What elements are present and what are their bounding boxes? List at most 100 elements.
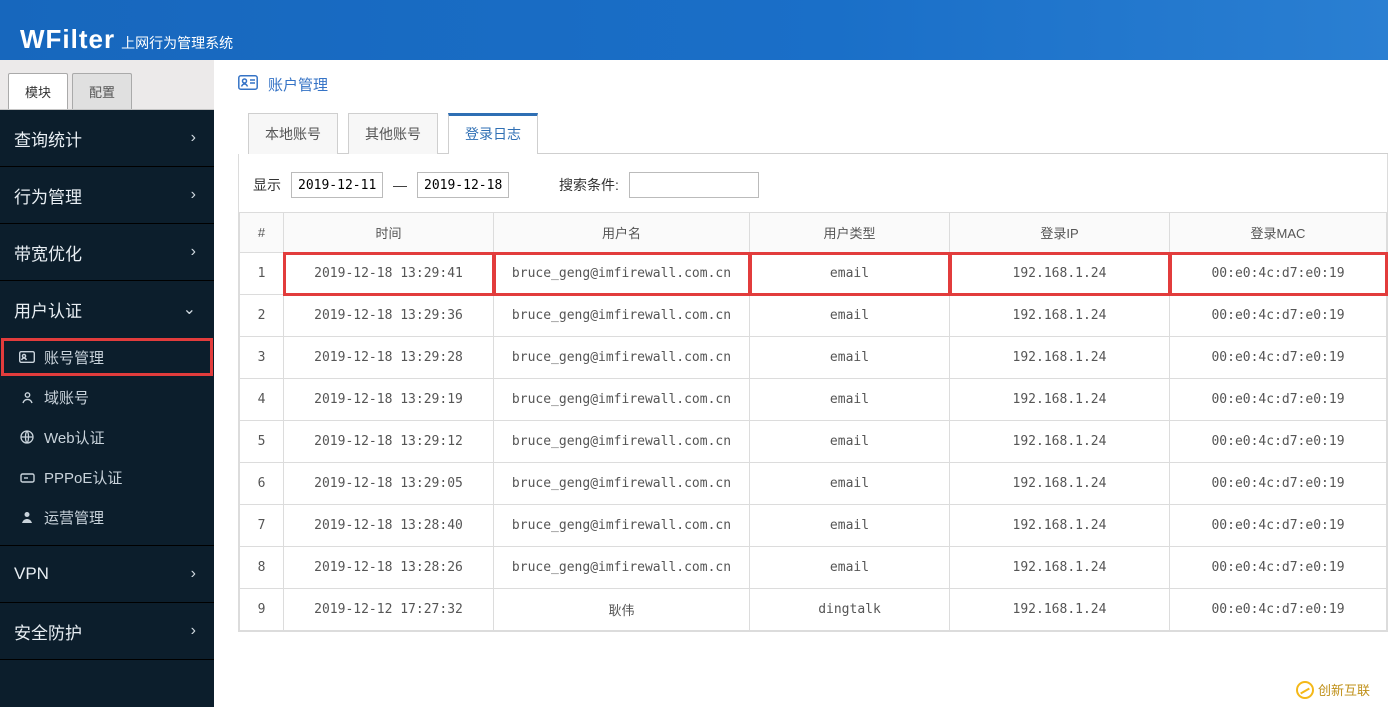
td-usertype: email	[750, 295, 950, 337]
sub-web-auth[interactable]: Web认证	[0, 417, 214, 457]
td-login-ip: 192.168.1.24	[950, 379, 1170, 421]
tab-local-account[interactable]: 本地账号	[248, 113, 338, 154]
td-usertype: dingtalk	[750, 589, 950, 631]
content-panel: 显示 — 搜索条件: # 时间 用户名 用户类型 登录IP 登录MAC 1201…	[238, 154, 1388, 632]
watermark: 创新互联	[1296, 680, 1370, 699]
sub-pppoe-auth[interactable]: PPPoE认证	[0, 457, 214, 497]
nav-user-auth[interactable]: 用户认证 ⌄	[0, 281, 214, 337]
user-cog-icon	[18, 510, 36, 524]
td-username: 耿伟	[494, 589, 750, 631]
td-time: 2019-12-18 13:29:05	[284, 463, 494, 505]
table-row: 52019-12-18 13:29:12bruce_geng@imfirewal…	[240, 421, 1387, 463]
filter-bar: 显示 — 搜索条件:	[239, 154, 1387, 212]
td-time: 2019-12-18 13:29:19	[284, 379, 494, 421]
tab-login-log[interactable]: 登录日志	[448, 113, 538, 154]
sub-label: PPPoE认证	[44, 467, 122, 488]
table-row: 32019-12-18 13:29:28bruce_geng@imfirewal…	[240, 337, 1387, 379]
td-username: bruce_geng@imfirewall.com.cn	[494, 421, 750, 463]
content-tabs: 本地账号 其他账号 登录日志	[248, 113, 1388, 154]
sidebar-tab-modules[interactable]: 模块	[8, 73, 68, 109]
watermark-text: 创新互联	[1318, 680, 1370, 699]
nav-label: 带宽优化	[14, 240, 82, 265]
chevron-right-icon: ›	[191, 565, 196, 583]
nav-security[interactable]: 安全防护 ›	[0, 603, 214, 659]
td-time: 2019-12-18 13:29:36	[284, 295, 494, 337]
sub-domain-account[interactable]: 域账号	[0, 377, 214, 417]
sidebar-tab-config[interactable]: 配置	[72, 73, 132, 109]
td-login-ip: 192.168.1.24	[950, 337, 1170, 379]
nav-label: 行为管理	[14, 183, 82, 208]
td-index: 7	[240, 505, 284, 547]
nav-label: VPN	[14, 564, 49, 584]
display-label: 显示	[253, 175, 281, 195]
table-row: 72019-12-18 13:28:40bruce_geng@imfirewal…	[240, 505, 1387, 547]
td-index: 9	[240, 589, 284, 631]
td-login-mac: 00:e0:4c:d7:e0:19	[1170, 421, 1387, 463]
date-to-input[interactable]	[417, 172, 509, 198]
table-row: 82019-12-18 13:28:26bruce_geng@imfirewal…	[240, 547, 1387, 589]
nav-vpn[interactable]: VPN ›	[0, 546, 214, 602]
td-usertype: email	[750, 547, 950, 589]
td-index: 1	[240, 253, 284, 295]
date-from-input[interactable]	[291, 172, 383, 198]
td-usertype: email	[750, 505, 950, 547]
chevron-right-icon: ›	[191, 129, 196, 147]
date-range-separator: —	[393, 177, 407, 193]
td-login-ip: 192.168.1.24	[950, 253, 1170, 295]
td-time: 2019-12-18 13:28:26	[284, 547, 494, 589]
th-time: 时间	[284, 213, 494, 253]
sub-label: 运营管理	[44, 507, 104, 528]
sidebar-tabs: 模块 配置	[0, 60, 214, 110]
chevron-right-icon: ›	[191, 186, 196, 204]
td-usertype: email	[750, 337, 950, 379]
td-time: 2019-12-12 17:27:32	[284, 589, 494, 631]
td-login-mac: 00:e0:4c:d7:e0:19	[1170, 253, 1387, 295]
table-row: 62019-12-18 13:29:05bruce_geng@imfirewal…	[240, 463, 1387, 505]
table-row: 42019-12-18 13:29:19bruce_geng@imfirewal…	[240, 379, 1387, 421]
td-time: 2019-12-18 13:29:28	[284, 337, 494, 379]
search-input[interactable]	[629, 172, 759, 198]
main-content: 账户管理 本地账号 其他账号 登录日志 显示 — 搜索条件: # 时间 用户名	[214, 60, 1388, 707]
td-login-mac: 00:e0:4c:d7:e0:19	[1170, 547, 1387, 589]
users-icon	[18, 391, 36, 404]
watermark-icon	[1296, 681, 1314, 699]
login-log-table: # 时间 用户名 用户类型 登录IP 登录MAC 12019-12-18 13:…	[239, 212, 1387, 631]
td-index: 3	[240, 337, 284, 379]
chevron-right-icon: ›	[191, 622, 196, 640]
sub-account-mgmt[interactable]: 账号管理	[0, 337, 214, 377]
td-username: bruce_geng@imfirewall.com.cn	[494, 337, 750, 379]
key-icon	[18, 471, 36, 484]
app-subtitle: 上网行为管理系统	[121, 33, 233, 53]
sub-label: Web认证	[44, 427, 105, 448]
td-login-ip: 192.168.1.24	[950, 295, 1170, 337]
td-index: 2	[240, 295, 284, 337]
table-row: 12019-12-18 13:29:41bruce_geng@imfirewal…	[240, 253, 1387, 295]
id-card-icon	[18, 351, 36, 363]
nav-behavior-mgmt[interactable]: 行为管理 ›	[0, 167, 214, 223]
search-label: 搜索条件:	[559, 175, 619, 195]
td-usertype: email	[750, 421, 950, 463]
td-usertype: email	[750, 463, 950, 505]
nav-bandwidth-opt[interactable]: 带宽优化 ›	[0, 224, 214, 280]
sub-label: 域账号	[44, 387, 89, 408]
td-username: bruce_geng@imfirewall.com.cn	[494, 253, 750, 295]
chevron-right-icon: ›	[191, 243, 196, 261]
th-username: 用户名	[494, 213, 750, 253]
sub-ops-mgmt[interactable]: 运营管理	[0, 497, 214, 537]
globe-icon	[18, 430, 36, 444]
tab-other-account[interactable]: 其他账号	[348, 113, 438, 154]
sidebar: 模块 配置 查询统计 › 行为管理 › 带宽优化 › 用户认证 ⌄	[0, 60, 214, 707]
td-login-ip: 192.168.1.24	[950, 589, 1170, 631]
nav-query-stats[interactable]: 查询统计 ›	[0, 110, 214, 166]
table-row: 92019-12-12 17:27:32耿伟dingtalk192.168.1.…	[240, 589, 1387, 631]
nav-label: 用户认证	[14, 297, 82, 322]
td-username: bruce_geng@imfirewall.com.cn	[494, 379, 750, 421]
nav-label: 查询统计	[14, 126, 82, 151]
td-index: 4	[240, 379, 284, 421]
breadcrumb-title: 账户管理	[268, 74, 328, 95]
th-login-ip: 登录IP	[950, 213, 1170, 253]
td-username: bruce_geng@imfirewall.com.cn	[494, 295, 750, 337]
td-index: 8	[240, 547, 284, 589]
app-logo: WFilter	[20, 24, 115, 55]
app-banner: WFilter 上网行为管理系统	[0, 0, 1388, 60]
